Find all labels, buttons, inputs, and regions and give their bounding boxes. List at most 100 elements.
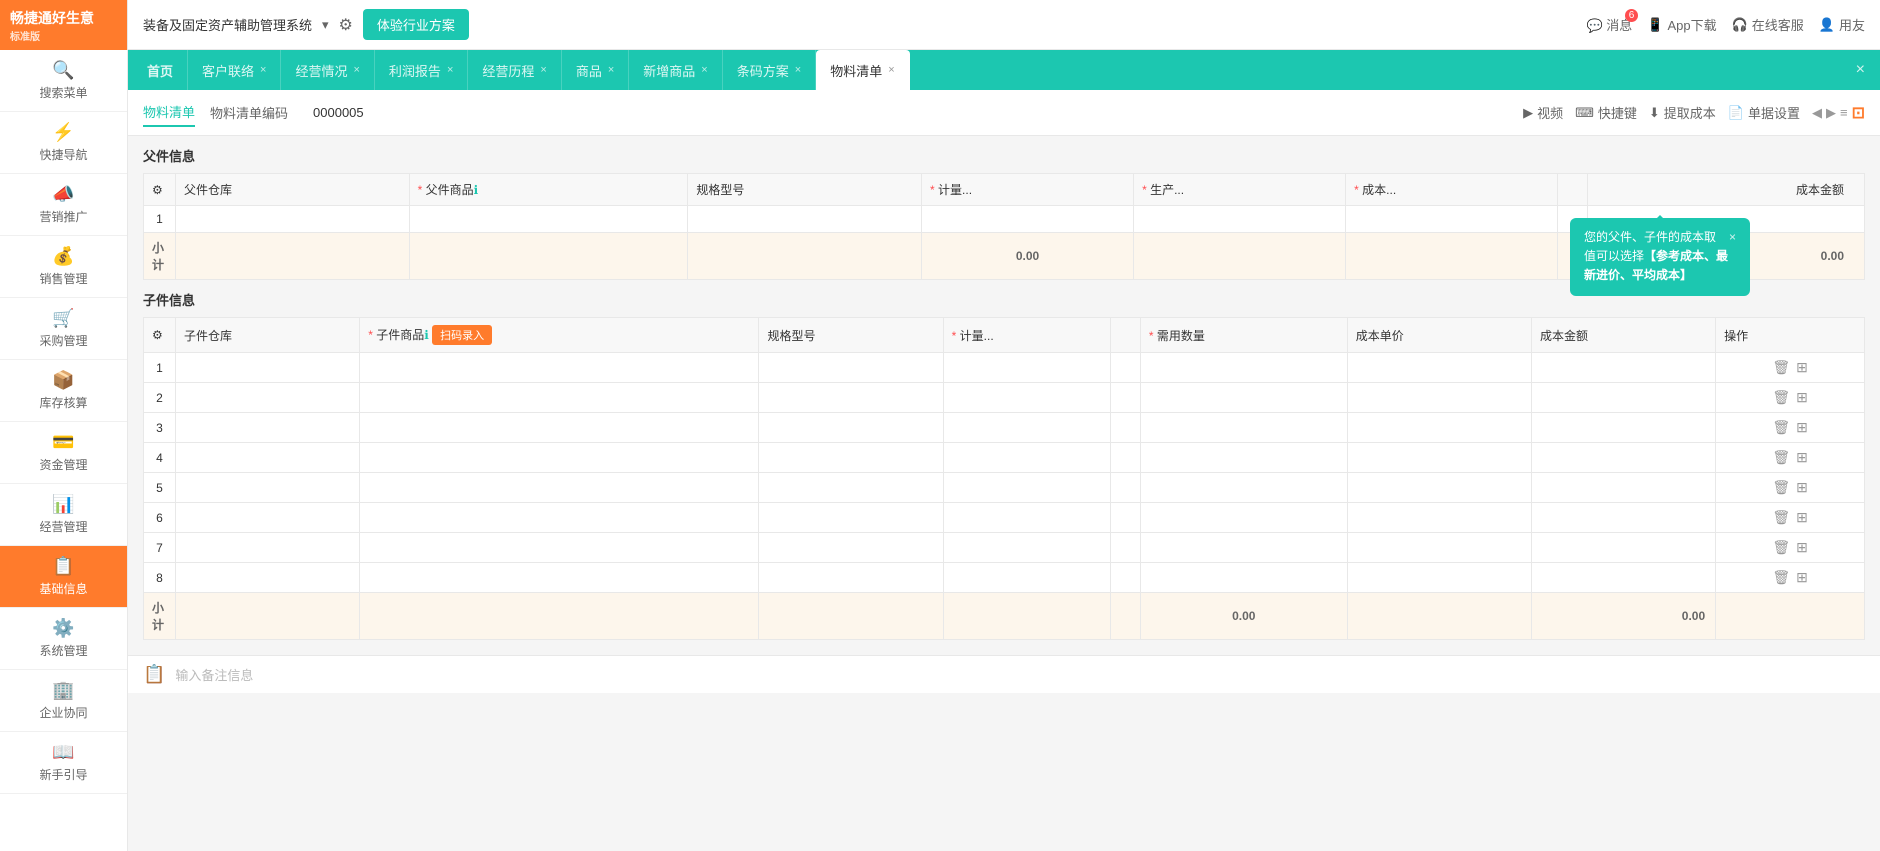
child-cell-unit-cost[interactable]	[1347, 503, 1531, 533]
child-cell-spec[interactable]	[759, 503, 943, 533]
shortcut-tool[interactable]: ⌨ 快捷键	[1575, 103, 1637, 122]
sidebar-item-system[interactable]: ⚙️ 系统管理	[0, 608, 127, 670]
delete-icon[interactable]: 🗑	[1772, 419, 1790, 436]
delete-icon[interactable]: 🗑	[1772, 539, 1790, 556]
child-cell-warehouse[interactable]	[176, 383, 360, 413]
tab-history[interactable]: 经营历程 ×	[468, 50, 561, 90]
view-tool[interactable]: ▶ 视频	[1523, 103, 1563, 122]
online-service-button[interactable]: 🎧 在线客服	[1732, 15, 1804, 34]
child-cell-warehouse[interactable]	[176, 503, 360, 533]
tab-customers-close[interactable]: ×	[260, 64, 266, 76]
child-cell-qty[interactable]	[1140, 563, 1347, 593]
prev-page[interactable]: ◀	[1812, 105, 1822, 121]
child-cell-spec[interactable]	[759, 473, 943, 503]
child-cell-qty[interactable]	[1140, 473, 1347, 503]
child-cell-unit-cost[interactable]	[1347, 533, 1531, 563]
tab-goods[interactable]: 商品 ×	[562, 50, 629, 90]
delete-icon[interactable]: 🗑	[1772, 389, 1790, 406]
close-all-tabs[interactable]: ×	[1846, 61, 1875, 79]
expand-icon[interactable]: ⊡	[1852, 103, 1865, 123]
sidebar-item-purchase[interactable]: 🛒 采购管理	[0, 298, 127, 360]
delete-icon[interactable]: 🗑	[1772, 359, 1790, 376]
tab-history-close[interactable]: ×	[540, 64, 546, 76]
tooltip-close[interactable]: ×	[1729, 228, 1736, 247]
system-dropdown-arrow[interactable]: ▾	[322, 17, 329, 33]
child-cell-qty[interactable]	[1140, 413, 1347, 443]
child-cell-unit-cost[interactable]	[1347, 473, 1531, 503]
child-cell-product[interactable]	[360, 473, 759, 503]
child-cell-product[interactable]	[360, 353, 759, 383]
copy-icon[interactable]: ⊞	[1796, 479, 1808, 496]
child-cell-warehouse[interactable]	[176, 563, 360, 593]
child-cell-spec[interactable]	[759, 353, 943, 383]
sidebar-item-enterprise[interactable]: 🏢 企业协同	[0, 670, 127, 732]
tab-customers[interactable]: 客户联络 ×	[188, 50, 281, 90]
parent-cell-warehouse[interactable]	[176, 206, 410, 233]
copy-icon[interactable]: ⊞	[1796, 419, 1808, 436]
child-cell-qty[interactable]	[1140, 353, 1347, 383]
view-list[interactable]: ≡	[1840, 105, 1848, 120]
child-cell-unit[interactable]	[943, 473, 1110, 503]
sidebar-item-basic[interactable]: 📋 基础信息	[0, 546, 127, 608]
child-cell-unit[interactable]	[943, 413, 1110, 443]
copy-icon[interactable]: ⊞	[1796, 539, 1808, 556]
sidebar-item-sales[interactable]: 💰 销售管理	[0, 236, 127, 298]
child-cell-spec[interactable]	[759, 563, 943, 593]
sidebar-item-inventory[interactable]: 📦 库存核算	[0, 360, 127, 422]
sidebar-item-quicknav[interactable]: ⚡ 快捷导航	[0, 112, 127, 174]
child-cell-product[interactable]	[360, 413, 759, 443]
child-cell-unit[interactable]	[943, 533, 1110, 563]
sub-tab-bom[interactable]: 物料清单	[143, 98, 195, 127]
tab-newgoods-close[interactable]: ×	[701, 64, 707, 76]
tab-operations[interactable]: 经营情况 ×	[281, 50, 374, 90]
sidebar-item-operations[interactable]: 📊 经营管理	[0, 484, 127, 546]
child-cell-unit[interactable]	[943, 443, 1110, 473]
child-cell-spec[interactable]	[759, 383, 943, 413]
tab-bom-close[interactable]: ×	[888, 64, 894, 76]
sidebar-item-finance[interactable]: 💳 资金管理	[0, 422, 127, 484]
child-cell-unit[interactable]	[943, 383, 1110, 413]
child-cell-qty[interactable]	[1140, 443, 1347, 473]
child-cell-unit[interactable]	[943, 503, 1110, 533]
notification-button[interactable]: 💬 6 消息	[1586, 15, 1632, 34]
child-cell-warehouse[interactable]	[176, 473, 360, 503]
user-button[interactable]: 👤 用友	[1819, 15, 1865, 34]
scan-button[interactable]: 扫码录入	[432, 325, 492, 345]
parent-cell-spec[interactable]	[688, 206, 922, 233]
child-cell-warehouse[interactable]	[176, 533, 360, 563]
delete-icon[interactable]: 🗑	[1772, 449, 1790, 466]
child-cell-warehouse[interactable]	[176, 443, 360, 473]
child-cell-product[interactable]	[360, 503, 759, 533]
child-cell-spec[interactable]	[759, 533, 943, 563]
child-cell-product[interactable]	[360, 443, 759, 473]
settings-icon[interactable]: ⚙	[339, 15, 353, 35]
tab-operations-close[interactable]: ×	[353, 64, 359, 76]
parent-cell-produce[interactable]	[1134, 206, 1346, 233]
app-download-button[interactable]: 📱 App下载	[1647, 15, 1716, 34]
child-cell-product[interactable]	[360, 533, 759, 563]
child-cell-unit-cost[interactable]	[1347, 353, 1531, 383]
copy-icon[interactable]: ⊞	[1796, 449, 1808, 466]
tab-barcode[interactable]: 条码方案 ×	[723, 50, 816, 90]
bottom-note-text[interactable]: 输入备注信息	[175, 665, 253, 684]
parent-cell-unit[interactable]	[922, 206, 1134, 233]
copy-icon[interactable]: ⊞	[1796, 569, 1808, 586]
copy-icon[interactable]: ⊞	[1796, 509, 1808, 526]
parent-cell-product[interactable]	[409, 206, 688, 233]
delete-icon[interactable]: 🗑	[1772, 569, 1790, 586]
sidebar-item-marketing[interactable]: 📣 营销推广	[0, 174, 127, 236]
child-cell-product[interactable]	[360, 383, 759, 413]
tab-bom[interactable]: 物料清单 ×	[816, 50, 909, 90]
tab-barcode-close[interactable]: ×	[795, 64, 801, 76]
child-cell-spec[interactable]	[759, 413, 943, 443]
sidebar-item-guide[interactable]: 📖 新手引导	[0, 732, 127, 794]
child-cell-unit-cost[interactable]	[1347, 413, 1531, 443]
tab-home[interactable]: 首页	[133, 50, 188, 90]
next-page[interactable]: ▶	[1826, 105, 1836, 121]
child-cell-unit[interactable]	[943, 563, 1110, 593]
child-cell-unit-cost[interactable]	[1347, 383, 1531, 413]
sidebar-item-search[interactable]: 🔍 搜索菜单	[0, 50, 127, 112]
child-cell-warehouse[interactable]	[176, 413, 360, 443]
child-cell-qty[interactable]	[1140, 533, 1347, 563]
parent-cell-cost[interactable]	[1346, 206, 1558, 233]
